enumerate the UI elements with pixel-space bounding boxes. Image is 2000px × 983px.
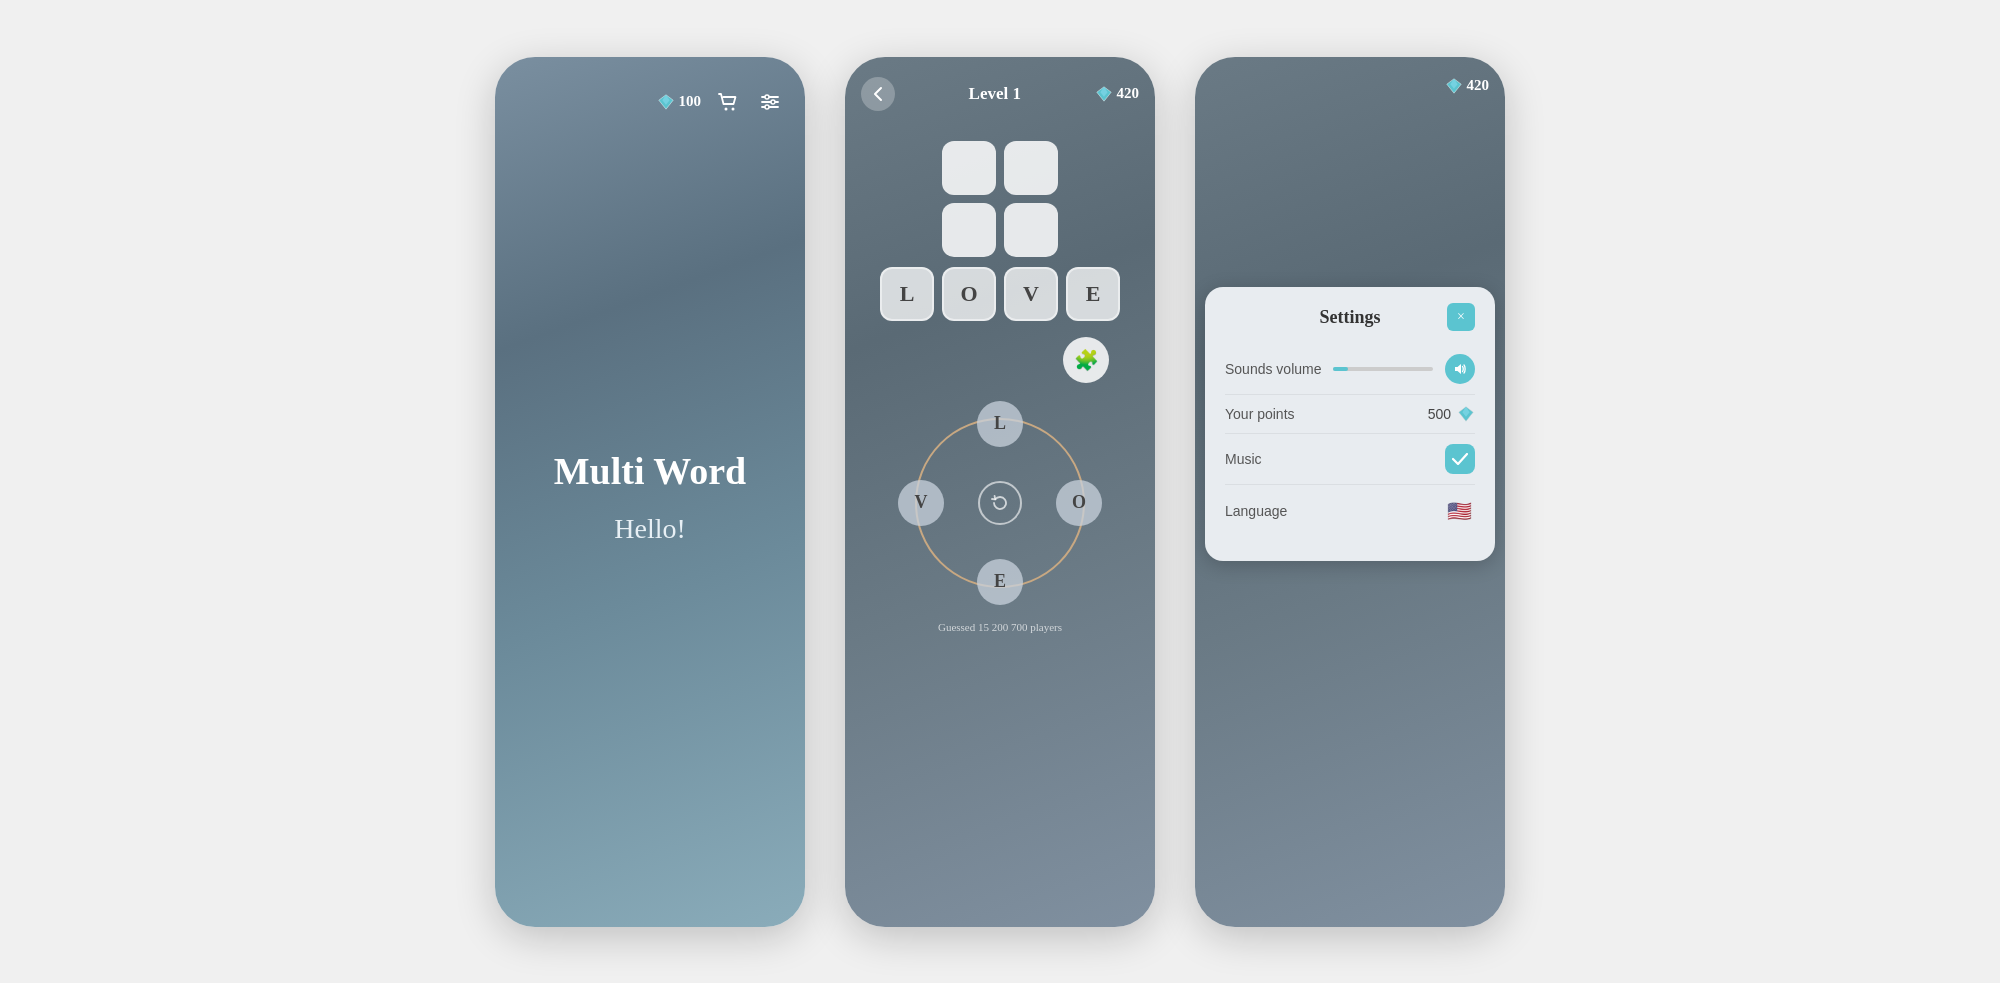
screen1-header: 100 — [515, 87, 785, 117]
circle-letter-right[interactable]: O — [1056, 480, 1102, 526]
slider-track[interactable] — [1333, 367, 1433, 371]
grid-cell-3 — [942, 203, 996, 257]
grid-cell-4 — [1004, 203, 1058, 257]
love-word-row: L O V E — [880, 267, 1120, 321]
settings-panel: Settings × Sounds volume — [1205, 287, 1495, 561]
settings-title: Settings — [1319, 307, 1380, 328]
screen-3: 420 Settings × Sounds volume — [1195, 57, 1505, 927]
screen2-content: L O V E 🧩 L O E V Guessed 15 200 700 pla… — [861, 121, 1139, 907]
grid-cell-1 — [942, 141, 996, 195]
guessed-text: Guessed 15 200 700 players — [938, 621, 1062, 633]
settings-header: Settings × — [1225, 307, 1475, 328]
screen1-center: Multi Word Hello! — [554, 127, 747, 867]
gem-count-3: 420 — [1445, 77, 1490, 95]
gem-value-3: 420 — [1467, 77, 1490, 94]
letter-E: E — [1066, 267, 1120, 321]
points-value: 500 — [1428, 406, 1451, 422]
word-grid — [942, 141, 1058, 257]
level-title: Level 1 — [969, 84, 1021, 104]
circle-selector[interactable]: L O E V — [900, 403, 1100, 603]
music-label: Music — [1225, 451, 1262, 467]
diamond-icon-2 — [1095, 85, 1113, 103]
screen-2: Level 1 420 L O V E 🧩 — [845, 57, 1155, 927]
language-label: Language — [1225, 503, 1287, 519]
screen-1: 100 Multi Word Hello! — [495, 57, 805, 927]
volume-slider-container[interactable] — [1333, 354, 1475, 384]
gem-value-2: 420 — [1117, 85, 1140, 102]
music-row: Music — [1225, 434, 1475, 485]
diamond-icon-3 — [1445, 77, 1463, 95]
diamond-icon-1 — [657, 93, 675, 111]
back-button[interactable] — [861, 77, 895, 111]
circle-letter-top[interactable]: L — [977, 401, 1023, 447]
circle-letter-left[interactable]: V — [898, 480, 944, 526]
points-label: Your points — [1225, 406, 1295, 422]
screen3-header: 420 — [1211, 77, 1489, 95]
slider-fill — [1333, 367, 1348, 371]
gem-count-1: 100 — [657, 93, 702, 111]
volume-icon — [1445, 354, 1475, 384]
main-title: Multi Word — [554, 449, 747, 493]
gem-value-1: 100 — [679, 93, 702, 110]
sounds-label: Sounds volume — [1225, 361, 1322, 377]
points-value-container: 500 — [1428, 405, 1475, 423]
svg-point-2 — [725, 107, 728, 110]
letter-V: V — [1004, 267, 1058, 321]
hello-text: Hello! — [614, 513, 686, 545]
music-toggle[interactable] — [1445, 444, 1475, 474]
grid-cell-2 — [1004, 141, 1058, 195]
sounds-volume-row: Sounds volume — [1225, 344, 1475, 395]
letter-L: L — [880, 267, 934, 321]
svg-point-8 — [771, 100, 775, 104]
svg-point-7 — [765, 95, 769, 99]
points-row: Your points 500 — [1225, 395, 1475, 434]
settings-close-button[interactable]: × — [1447, 303, 1475, 331]
letter-O: O — [942, 267, 996, 321]
close-label: × — [1457, 309, 1465, 325]
svg-point-3 — [732, 107, 735, 110]
hint-button[interactable]: 🧩 — [1063, 337, 1109, 383]
circle-refresh-button[interactable] — [978, 481, 1022, 525]
cart-icon[interactable] — [713, 87, 743, 117]
screen2-header: Level 1 420 — [861, 77, 1139, 111]
points-diamond-icon — [1457, 405, 1475, 423]
gem-count-2: 420 — [1095, 85, 1140, 103]
language-flag[interactable]: 🇺🇸 — [1443, 495, 1475, 527]
language-row: Language 🇺🇸 — [1225, 485, 1475, 537]
circle-letter-bottom[interactable]: E — [977, 559, 1023, 605]
settings-icon[interactable] — [755, 87, 785, 117]
svg-point-9 — [765, 105, 769, 109]
